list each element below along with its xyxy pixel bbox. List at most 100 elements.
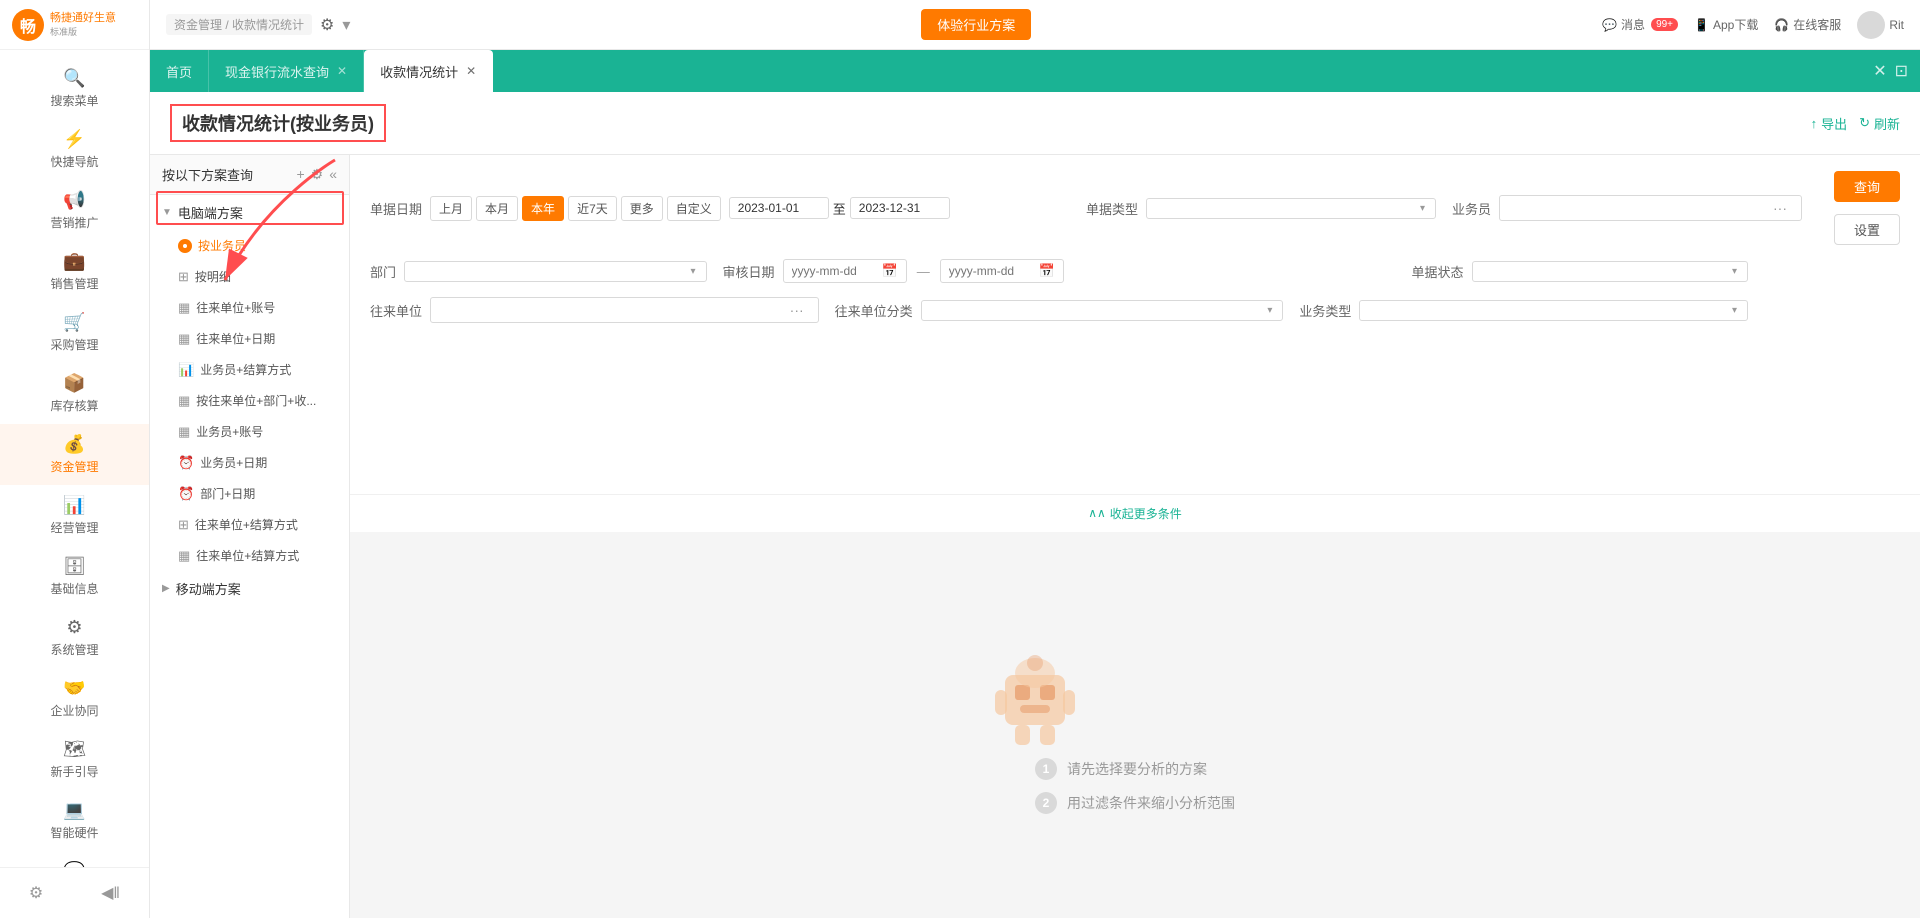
scheme-item-partner-payment1[interactable]: ⊞ 往来单位+结算方式 <box>150 509 349 540</box>
review-date-from-input[interactable] <box>792 264 882 278</box>
scheme-item-partner-payment2[interactable]: ▦ 往来单位+结算方式 <box>150 540 349 571</box>
review-date-to-input[interactable] <box>949 264 1039 278</box>
doc-status-select[interactable]: ▾ <box>1472 261 1748 282</box>
scheme-group-mobile-title[interactable]: ▶ 移动端方案 <box>150 571 349 606</box>
guide-icon: 🗺 <box>63 739 86 760</box>
page-content: 收款情况统计(按业务员) ↑ 导出 ↻ 刷新 <box>150 92 1920 918</box>
scheme-group-arrow: ▼ <box>162 207 172 218</box>
date-btn-this-year[interactable]: 本年 <box>522 196 564 221</box>
tabs-bar: 首页 现金银行流水查询 ✕ 收款情况统计 ✕ ✕ ⊡ <box>150 50 1920 92</box>
collapse-sidebar-icon[interactable]: ◀‖ <box>96 878 125 908</box>
message-action[interactable]: 💬 消息 99+ <box>1602 16 1678 33</box>
scheme-item-dept-date[interactable]: ⏰ 部门+日期 <box>150 478 349 509</box>
sidebar-item-search[interactable]: 🔍 搜索菜单 <box>0 58 149 119</box>
scheme-item-partner-dept[interactable]: ▦ 按往来单位+部门+收... <box>150 385 349 416</box>
scheme-item-salesperson-acct[interactable]: ▦ 业务员+账号 <box>150 416 349 447</box>
sidebar-item-finance[interactable]: 💰 资金管理 <box>0 424 149 485</box>
sidebar-item-operations[interactable]: 📊 经营管理 <box>0 485 149 546</box>
header-left: 资金管理 / 收款情况统计 ⚙ ▾ <box>166 14 350 35</box>
system-icon: ⚙ <box>66 617 82 638</box>
step-2-label: 用过滤条件来缩小分析范围 <box>1067 793 1235 813</box>
salesperson-select[interactable]: ··· <box>1499 195 1802 221</box>
step-num-1: 1 <box>1035 758 1057 780</box>
date-from-input[interactable] <box>729 197 829 219</box>
sidebar-item-guide[interactable]: 🗺 新手引导 <box>0 729 149 790</box>
empty-step-2: 2 用过滤条件来缩小分析范围 <box>1035 792 1235 814</box>
sidebar-nav: 🔍 搜索菜单 ⚡ 快捷导航 📢 营销推广 💼 销售管理 🛒 采购管理 📦 <box>0 50 149 867</box>
sidebar-item-marketing[interactable]: 📢 营销推广 <box>0 180 149 241</box>
date-btn-this-month[interactable]: 本月 <box>476 196 518 221</box>
scheme-group-desktop-title[interactable]: ▼ 电脑端方案 <box>150 195 349 230</box>
trial-button[interactable]: 体验行业方案 <box>921 9 1031 40</box>
refresh-button[interactable]: ↻ 刷新 <box>1859 114 1900 133</box>
date-btn-custom[interactable]: 自定义 <box>667 196 721 221</box>
sidebar-item-inventory[interactable]: 📦 库存核算 <box>0 363 149 424</box>
collapse-bar[interactable]: ∧∧ 收起更多条件 <box>350 494 1920 532</box>
date-range: 至 <box>729 197 950 219</box>
filter-salesperson: 业务员 ··· <box>1452 195 1802 221</box>
partner-category-select[interactable]: ▾ <box>921 300 1284 321</box>
app-download-action[interactable]: 📱 App下载 <box>1694 16 1758 33</box>
header-gear-icon[interactable]: ⚙ <box>320 15 334 35</box>
tab-close-cash-flow[interactable]: ✕ <box>337 64 347 78</box>
partner-dept-icon: ▦ <box>178 393 190 409</box>
action-buttons: 查询 设置 <box>1834 171 1900 245</box>
sidebar-item-purchase[interactable]: 🛒 采购管理 <box>0 302 149 363</box>
date-btn-last-month[interactable]: 上月 <box>430 196 472 221</box>
tab-collection-stats[interactable]: 收款情况统计 ✕ <box>364 50 493 92</box>
close-window-icon[interactable]: ✕ <box>1873 61 1886 81</box>
scheme-collapse-icon[interactable]: « <box>329 166 337 183</box>
tab-cash-flow[interactable]: 现金银行流水查询 ✕ <box>209 50 364 92</box>
settings-button[interactable]: 设置 <box>1834 214 1900 245</box>
scheme-item-salesperson-date[interactable]: ⏰ 业务员+日期 <box>150 447 349 478</box>
sidebar-item-enterprise[interactable]: 🤝 企业协同 <box>0 668 149 729</box>
date-dash: — <box>917 264 930 279</box>
scheme-settings-icon[interactable]: ⚙ <box>311 166 324 183</box>
user-avatar-area[interactable]: Rit <box>1857 11 1904 39</box>
date-label: 单据日期 <box>370 199 422 218</box>
purchase-icon: 🛒 <box>63 312 85 333</box>
department-select[interactable]: ▾ <box>404 261 706 282</box>
sidebar-item-quicknav[interactable]: ⚡ 快捷导航 <box>0 119 149 180</box>
salesperson-dots[interactable]: ··· <box>1773 200 1787 216</box>
filter-partner-category: 往来单位分类 ▾ <box>835 300 1284 321</box>
scheme-item-detail[interactable]: ⊞ 按明细 <box>150 261 349 292</box>
date-to-input[interactable] <box>850 197 950 219</box>
doc-type-select[interactable]: ▾ <box>1146 198 1436 219</box>
tab-close-collection[interactable]: ✕ <box>466 64 476 78</box>
scheme-item-by-salesperson[interactable]: 按业务员 <box>150 230 349 261</box>
content-body: 按以下方案查询 + ⚙ « ▼ 电脑端方案 <box>150 155 1920 918</box>
collapse-up-icon: ∧∧ <box>1088 506 1106 520</box>
sidebar-item-wechat[interactable]: 💬 企业微信 <box>0 851 149 867</box>
app-logo: 畅 畅捷通好生意 标准版 <box>0 0 149 50</box>
scheme-item-partner-date[interactable]: ▦ 往来单位+日期 <box>150 323 349 354</box>
partner-dots[interactable]: ··· <box>790 302 804 318</box>
scheme-item-salesperson-payment[interactable]: 📊 业务员+结算方式 <box>150 354 349 385</box>
review-date-from[interactable]: 📅 <box>783 259 907 283</box>
filter-date: 单据日期 上月 本月 本年 近7天 更多 自定义 <box>370 196 1070 221</box>
step-1-label: 请先选择要分析的方案 <box>1067 759 1207 779</box>
export-button[interactable]: ↑ 导出 <box>1811 114 1848 133</box>
sidebar-item-system[interactable]: ⚙ 系统管理 <box>0 607 149 668</box>
partner-select[interactable]: ··· <box>430 297 819 323</box>
scheme-add-icon[interactable]: + <box>296 166 304 183</box>
settings-footer-icon[interactable]: ⚙ <box>24 878 48 908</box>
date-btn-7days[interactable]: 近7天 <box>568 196 617 221</box>
biz-type-select[interactable]: ▾ <box>1359 300 1748 321</box>
review-date-to[interactable]: 📅 <box>940 259 1064 283</box>
date-btn-more[interactable]: 更多 <box>621 196 663 221</box>
query-button[interactable]: 查询 <box>1834 171 1900 202</box>
sidebar-item-hardware[interactable]: 💻 智能硬件 <box>0 790 149 851</box>
tab-home[interactable]: 首页 <box>150 50 209 92</box>
doc-status-label: 单据状态 <box>1412 262 1464 281</box>
sidebar-item-sales[interactable]: 💼 销售管理 <box>0 241 149 302</box>
scheme-item-partner-account[interactable]: ▦ 往来单位+账号 <box>150 292 349 323</box>
header-right: 💬 消息 99+ 📱 App下载 🎧 在线客服 Rit <box>1602 11 1904 39</box>
scheme-panel: 按以下方案查询 + ⚙ « ▼ 电脑端方案 <box>150 155 350 918</box>
scheme-group-mobile: ▶ 移动端方案 <box>150 571 349 606</box>
maximize-window-icon[interactable]: ⊡ <box>1895 61 1908 81</box>
header-dropdown-icon[interactable]: ▾ <box>342 15 350 35</box>
online-service-action[interactable]: 🎧 在线客服 <box>1774 16 1841 33</box>
sidebar-item-basic[interactable]: 🗄 基础信息 <box>0 546 149 607</box>
marketing-icon: 📢 <box>63 190 85 211</box>
